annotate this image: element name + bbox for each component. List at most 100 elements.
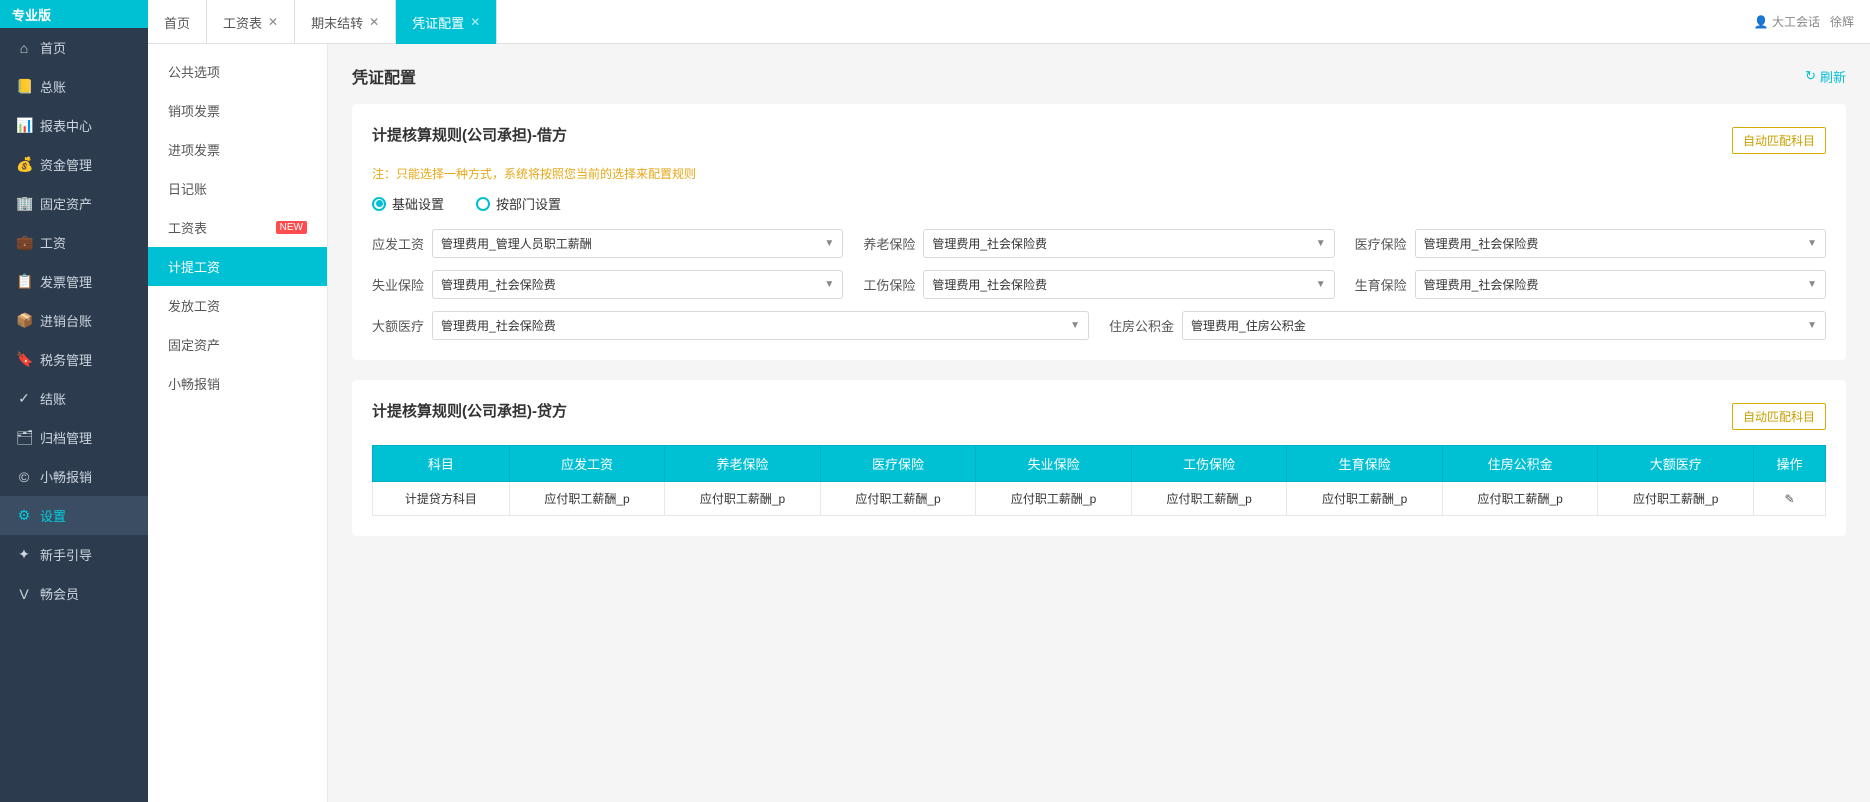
sidebar-label-closing: 结账 — [40, 389, 66, 408]
sidebar-item-assets[interactable]: 🏢 固定资产 — [0, 184, 148, 223]
field-gjj: 住房公积金 管理费用_住房公积金 ▼ — [1109, 311, 1826, 340]
label-ylbx: 养老保险 — [863, 234, 915, 253]
debit-form-row-3: 大额医疗 管理费用_社会保险费 ▼ 住房公积金 管理费用_住房公积金 ▼ — [372, 311, 1826, 340]
credit-auto-match-button[interactable]: 自动匹配科目 — [1732, 403, 1826, 430]
tab-close-period-close[interactable]: ✕ — [369, 15, 379, 29]
tab-close-payroll[interactable]: ✕ — [268, 15, 278, 29]
left-nav-item-calc-salary[interactable]: 计提工资 — [148, 247, 327, 286]
sidebar-item-vip[interactable]: V畅会员 — [0, 574, 148, 613]
assets-icon: 🏢 — [16, 195, 32, 212]
th-养老保险: 养老保险 — [665, 446, 821, 482]
left-nav-item-payroll-table[interactable]: 工资表NEW — [148, 208, 327, 247]
tab-voucher-config[interactable]: 凭证配置 ✕ — [396, 0, 497, 44]
edit-icon[interactable]: ✎ — [1784, 492, 1794, 506]
sidebar-label-assets: 固定资产 — [40, 194, 92, 213]
sidebar-item-salary[interactable]: 💼 工资 — [0, 223, 148, 262]
sidebar-item-closing[interactable]: ✓ 结账 — [0, 379, 148, 418]
select-yfgz-value: 管理费用_管理人员职工薪酬 — [441, 235, 592, 252]
th-住房公积金: 住房公积金 — [1442, 446, 1598, 482]
tab-period-close[interactable]: 期末结转✕ — [295, 0, 396, 44]
debit-form-row-1: 应发工资 管理费用_管理人员职工薪酬 ▼ 养老保险 管理费用_社会保险费 ▼ — [372, 229, 1826, 258]
left-nav-item-expense[interactable]: 小畅报销 — [148, 364, 327, 403]
sidebar-label-salary: 工资 — [40, 233, 66, 252]
radio-basic-label: 基础设置 — [392, 194, 444, 213]
sidebar-item-report[interactable]: 📊报表中心 — [0, 106, 148, 145]
left-nav-label-calc-salary: 计提工资 — [168, 257, 220, 276]
sidebar-item-xiaochange[interactable]: ©小畅报销 — [0, 457, 148, 496]
sidebar-item-fund[interactable]: 💰资金管理 — [0, 145, 148, 184]
tab-label-payroll: 工资表 — [223, 13, 262, 32]
field-gsbx: 工伤保险 管理费用_社会保险费 ▼ — [863, 270, 1334, 299]
tab-payroll[interactable]: 工资表 ✕ — [207, 0, 295, 44]
radio-department[interactable]: 按部门设置 — [476, 194, 561, 213]
th-科目: 科目 — [373, 446, 510, 482]
label-sybx: 失业保险 — [372, 275, 424, 294]
left-nav-item-cancel-invoice[interactable]: 销项发票 — [148, 91, 327, 130]
select-ylbx2[interactable]: 管理费用_社会保险费 ▼ — [1415, 229, 1826, 258]
td-value-7: 应付职工薪酬_p — [1598, 482, 1754, 516]
label-dale: 大额医疗 — [372, 316, 424, 335]
field-sybx2: 生育保险 管理费用_社会保险费 ▼ — [1355, 270, 1826, 299]
sidebar-item-ledger[interactable]: 📒总账 — [0, 67, 148, 106]
sidebar-item-guide[interactable]: ✦新手引导 — [0, 535, 148, 574]
left-nav-item-public[interactable]: 公共选项 — [148, 52, 327, 91]
select-ylbx[interactable]: 管理费用_社会保险费 ▼ — [923, 229, 1334, 258]
td-value-1: 应付职工薪酬_p — [665, 482, 821, 516]
sidebar-item-purchase[interactable]: 📦进销台账 — [0, 301, 148, 340]
select-gjj-value: 管理费用_住房公积金 — [1191, 317, 1306, 334]
td-value-0: 应付职工薪酬_p — [509, 482, 665, 516]
left-nav: 公共选项销项发票进项发票日记账工资表NEW 计提工资发放工资固定资产小畅报销 — [148, 44, 328, 802]
sidebar-item-archive[interactable]: 🗂归档管理 — [0, 418, 148, 457]
select-sybx2[interactable]: 管理费用_社会保险费 ▼ — [1415, 270, 1826, 299]
td-operations[interactable]: ✎ — [1753, 482, 1825, 516]
left-nav-item-input-invoice[interactable]: 进项发票 — [148, 130, 327, 169]
td-value-3: 应付职工薪酬_p — [976, 482, 1132, 516]
radio-basic[interactable]: 基础设置 — [372, 194, 444, 213]
select-sybx[interactable]: 管理费用_社会保险费 ▼ — [432, 270, 843, 299]
tab-home[interactable]: 首页 — [148, 0, 207, 44]
th-生育保险: 生育保险 — [1287, 446, 1443, 482]
tab-label-home: 首页 — [164, 13, 190, 32]
label-gsbx: 工伤保险 — [863, 275, 915, 294]
sidebar-label-report: 报表中心 — [40, 116, 92, 135]
chevron-down-icon: ▼ — [1807, 320, 1817, 331]
select-yfgz[interactable]: 管理费用_管理人员职工薪酬 ▼ — [432, 229, 843, 258]
credit-section: 计提核算规则(公司承担)-贷方 自动匹配科目 科目应发工资养老保险医疗保险失业保… — [352, 380, 1846, 536]
td-value-5: 应付职工薪酬_p — [1287, 482, 1443, 516]
th-医疗保险: 医疗保险 — [820, 446, 976, 482]
chevron-down-icon: ▼ — [1807, 279, 1817, 290]
left-nav-label-cancel-invoice: 销项发票 — [168, 101, 220, 120]
debit-auto-match-button[interactable]: 自动匹配科目 — [1732, 127, 1826, 154]
field-ylbx: 养老保险 管理费用_社会保险费 ▼ — [863, 229, 1334, 258]
refresh-label: 刷新 — [1820, 67, 1846, 86]
refresh-button[interactable]: ↻ 刷新 — [1805, 67, 1846, 86]
sidebar-label-purchase: 进销台账 — [40, 311, 92, 330]
select-gjj[interactable]: 管理费用_住房公积金 ▼ — [1182, 311, 1826, 340]
sidebar-item-invoice[interactable]: 📋发票管理 — [0, 262, 148, 301]
left-nav-item-fixed-assets[interactable]: 固定资产 — [148, 325, 327, 364]
left-nav-label-payroll-table: 工资表 — [168, 218, 207, 237]
sidebar-item-home[interactable]: ⌂首页 — [0, 28, 148, 67]
chevron-down-icon: ▼ — [824, 238, 834, 249]
closing-icon: ✓ — [16, 390, 32, 407]
select-gsbx[interactable]: 管理费用_社会保险费 ▼ — [923, 270, 1334, 299]
left-nav-item-journal[interactable]: 日记账 — [148, 169, 327, 208]
sidebar-label-invoice: 发票管理 — [40, 272, 92, 291]
salary-icon: 💼 — [16, 234, 32, 251]
app-logo: 专业版 — [0, 0, 148, 28]
select-dale[interactable]: 管理费用_社会保险费 ▼ — [432, 311, 1089, 340]
left-nav-label-expense: 小畅报销 — [168, 374, 220, 393]
sidebar-item-settings[interactable]: ⚙设置 — [0, 496, 148, 535]
td-row-name: 计提贷方科目 — [373, 482, 510, 516]
xiaochange-icon: © — [16, 469, 32, 485]
user-info: 👤 大工会话 徐辉 — [1754, 13, 1854, 30]
td-value-2: 应付职工薪酬_p — [820, 482, 976, 516]
tab-close-voucher-config[interactable]: ✕ — [470, 15, 480, 29]
select-ylbx-value: 管理费用_社会保险费 — [932, 235, 1047, 252]
tab-label-voucher-config: 凭证配置 — [412, 13, 464, 32]
left-nav-label-fixed-assets: 固定资产 — [168, 335, 220, 354]
th-应发工资: 应发工资 — [509, 446, 665, 482]
left-nav-item-pay-salary[interactable]: 发放工资 — [148, 286, 327, 325]
sidebar-item-tax[interactable]: 🔖税务管理 — [0, 340, 148, 379]
content-layout: 公共选项销项发票进项发票日记账工资表NEW计提工资发放工资固定资产小畅报销 凭证… — [148, 44, 1870, 802]
